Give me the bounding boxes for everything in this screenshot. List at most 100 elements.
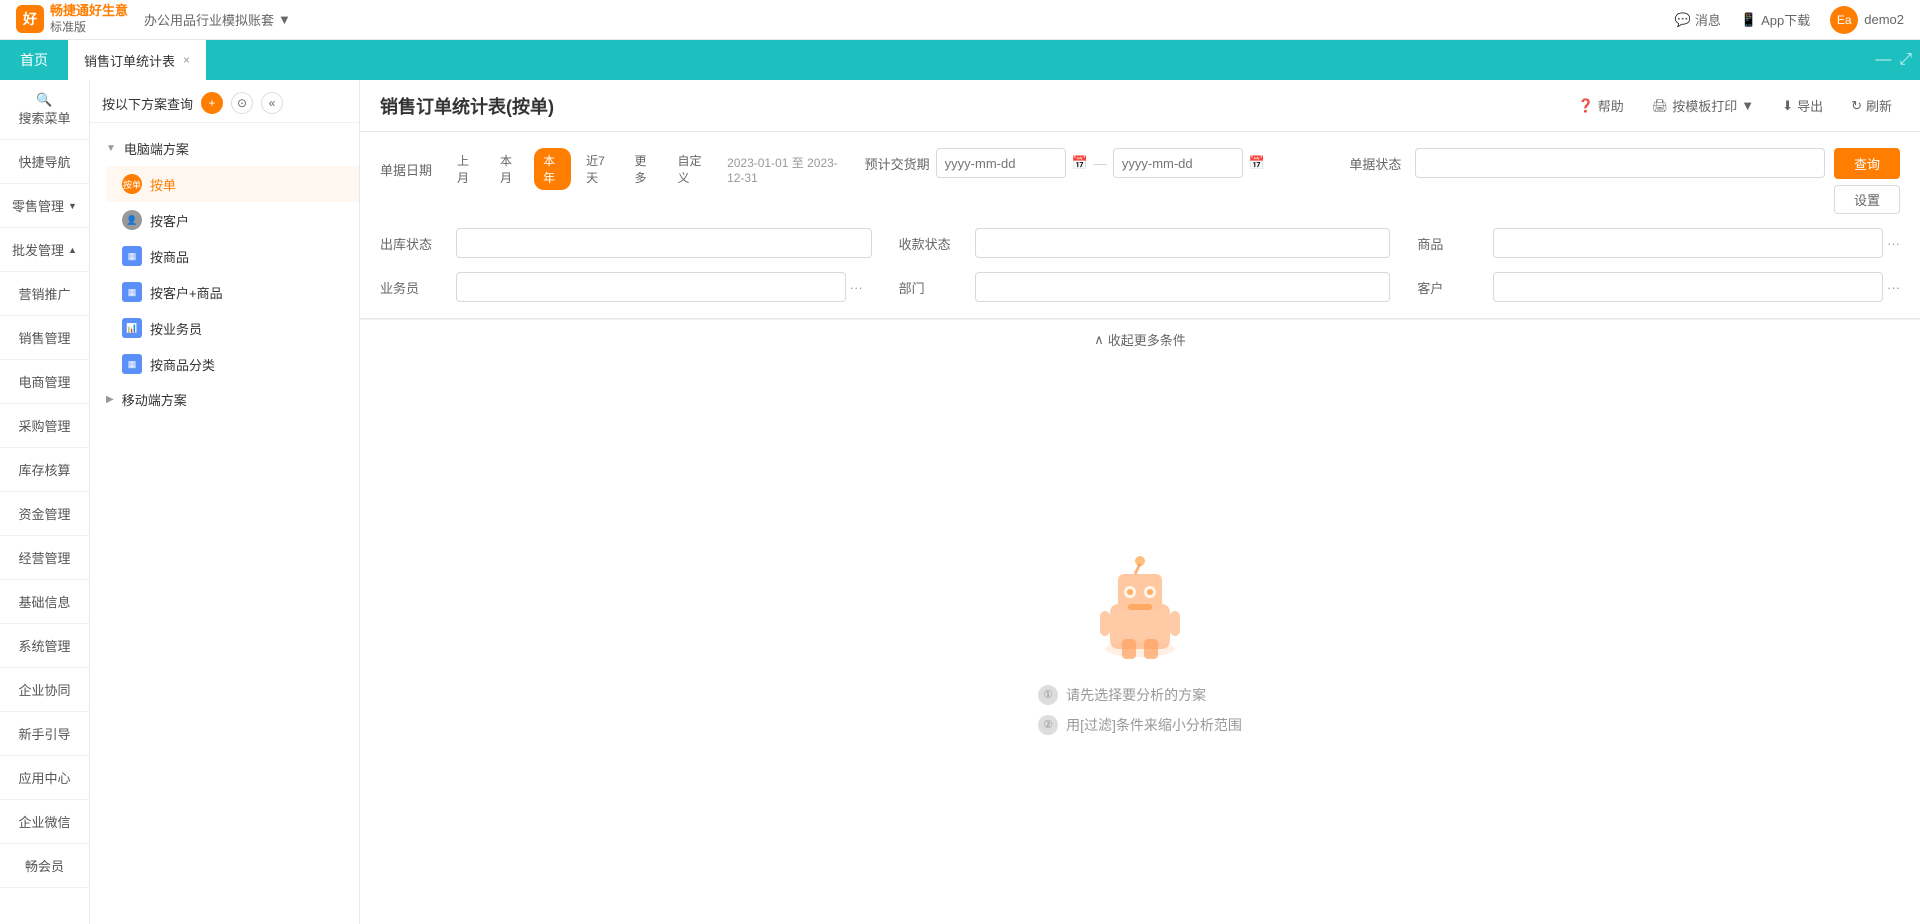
dept-select[interactable] [975, 272, 1391, 302]
plan-tree-sub: 按单 按单 👤 按客户 ▦ 按商品 ▦ 按客户+商品 📊 按业务员 [90, 166, 359, 382]
top-header: 好 畅捷通好生意 标准版 办公用品行业模拟账套 ▼ 💬 消息 📱 App下载 E… [0, 0, 1920, 40]
export-btn[interactable]: ⬇ 导出 [1774, 92, 1831, 119]
customer-input[interactable] [1493, 272, 1883, 302]
sidebar-item-app-center[interactable]: 应用中心 [0, 756, 89, 800]
plan-item-by-customer[interactable]: 👤 按客户 [106, 202, 359, 238]
sidebar-item-ecommerce[interactable]: 电商管理 [0, 360, 89, 404]
date-btn-this-year[interactable]: 本年 [534, 148, 571, 190]
tip-num-2: ② [1038, 715, 1058, 735]
sidebar-item-inventory[interactable]: 库存核算 [0, 448, 89, 492]
payment-status-select[interactable] [975, 228, 1391, 258]
calendar-icon-start[interactable]: 📅 [1072, 155, 1088, 171]
plan-item-by-order[interactable]: 按单 按单 [106, 166, 359, 202]
main-layout: 🔍 搜索菜单 快捷导航 零售管理 ▼ 批发管理 ▲ 营销推广 销售管理 电商管理… [0, 80, 1920, 924]
logo-area: 好 畅捷通好生意 标准版 [16, 3, 128, 35]
left-panel-header: 按以下方案查询 + ⊙ « [90, 80, 359, 123]
help-icon: ❓ [1578, 98, 1594, 114]
filter-row-2: 出库状态 ▼ 收款状态 ▼ [380, 228, 1900, 258]
date-separator: — [1094, 156, 1107, 171]
desktop-plan-group[interactable]: ▼ 电脑端方案 [90, 131, 359, 166]
chevron-down-icon: ▼ [1741, 98, 1754, 113]
calendar-icon-end[interactable]: 📅 [1249, 155, 1265, 171]
sidebar-item-quick-nav[interactable]: 快捷导航 [0, 140, 89, 184]
product-ellipsis[interactable]: ··· [1887, 236, 1900, 251]
sidebar-item-enterprise[interactable]: 企业协同 [0, 668, 89, 712]
date-btn-last-7[interactable]: 近7天 [577, 148, 619, 190]
content-area: 销售订单统计表(按单) ❓ 帮助 🖨 按模板打印 ▼ ⬇ 导出 ↻ 刷新 [360, 80, 1920, 924]
sidebar-item-sales[interactable]: 销售管理 [0, 316, 89, 360]
page-header: 销售订单统计表(按单) ❓ 帮助 🖨 按模板打印 ▼ ⬇ 导出 ↻ 刷新 [360, 80, 1920, 132]
by-customer-icon: 👤 [122, 210, 142, 230]
action-buttons: 查询 设置 [1834, 148, 1900, 214]
empty-state: ① 请先选择要分析的方案 ② 用[过滤]条件来缩小分析范围 [360, 359, 1920, 924]
ship-status-select[interactable] [456, 228, 872, 258]
biz-selector[interactable]: 办公用品行业模拟账套 ▼ [136, 6, 299, 33]
print-template-btn[interactable]: 🖨 按模板打印 ▼ [1644, 92, 1762, 119]
expected-date-end[interactable] [1113, 148, 1243, 178]
tab-maximize-btn[interactable]: ⤢ [1899, 51, 1912, 69]
message-icon: 💬 [1675, 12, 1691, 28]
date-label: 单据日期 [380, 160, 440, 179]
sidebar-item-retail[interactable]: 零售管理 ▼ [0, 184, 89, 228]
order-status-select[interactable] [1415, 148, 1825, 178]
plan-item-by-customer-product[interactable]: ▦ 按客户+商品 [106, 274, 359, 310]
plan-item-by-product-category[interactable]: ▦ 按商品分类 [106, 346, 359, 382]
expand-icon: ▼ [106, 143, 116, 154]
sidebar-item-wholesale[interactable]: 批发管理 ▲ [0, 228, 89, 272]
customer-label: 客户 [1417, 278, 1477, 297]
print-icon: 🖨 [1652, 98, 1669, 114]
sidebar-item-finance[interactable]: 资金管理 [0, 492, 89, 536]
search-icon: 🔍 [36, 92, 52, 107]
product-label: 商品 [1417, 234, 1477, 253]
tab-home[interactable]: 首页 [0, 40, 68, 80]
sidebar-item-system[interactable]: 系统管理 [0, 624, 89, 668]
app-download-action[interactable]: 📱 App下载 [1741, 10, 1810, 29]
sidebar-item-search[interactable]: 🔍 搜索菜单 [0, 80, 89, 140]
date-btn-more[interactable]: 更多 [625, 148, 662, 190]
expand-icon-mobile: ▶ [106, 394, 114, 405]
salesperson-ellipsis[interactable]: ··· [850, 280, 863, 295]
sidebar-item-newbie[interactable]: 新手引导 [0, 712, 89, 756]
order-status-label: 单据状态 [1349, 154, 1409, 173]
product-input[interactable] [1493, 228, 1883, 258]
message-action[interactable]: 💬 消息 [1675, 10, 1721, 29]
plan-settings-btn[interactable]: ⊙ [231, 92, 253, 114]
sidebar-item-marketing[interactable]: 营销推广 [0, 272, 89, 316]
sidebar-item-operations[interactable]: 经营管理 [0, 536, 89, 580]
avatar: Ea [1830, 6, 1858, 34]
panel-collapse-btn[interactable]: « [261, 92, 283, 114]
salesperson-input[interactable] [456, 272, 846, 302]
tab-close-icon[interactable]: × [183, 53, 190, 67]
settings-btn[interactable]: 设置 [1834, 185, 1900, 214]
customer-ellipsis[interactable]: ··· [1887, 280, 1900, 295]
tab-sales-order-stats[interactable]: 销售订单统计表 × [68, 40, 206, 80]
sidebar-item-corp-wechat[interactable]: 企业微信 [0, 800, 89, 844]
tab-minimize-btn[interactable]: — [1875, 51, 1891, 69]
date-btn-custom[interactable]: 自定义 [669, 148, 716, 190]
refresh-btn[interactable]: ↻ 刷新 [1843, 92, 1900, 119]
plan-item-by-product[interactable]: ▦ 按商品 [106, 238, 359, 274]
date-btn-this-month[interactable]: 本月 [491, 148, 528, 190]
empty-illustration [1080, 549, 1200, 669]
sidebar-item-basic[interactable]: 基础信息 [0, 580, 89, 624]
add-plan-btn[interactable]: + [201, 92, 223, 114]
empty-tip-2: ② 用[过滤]条件来缩小分析范围 [1038, 715, 1242, 735]
tab-bar: 首页 销售订单统计表 × — ⤢ [0, 40, 1920, 80]
collapse-bar[interactable]: ∧ 收起更多条件 [360, 319, 1920, 359]
collapse-icon: ∧ [1094, 332, 1104, 348]
sidebar-item-purchase[interactable]: 采购管理 [0, 404, 89, 448]
date-btn-prev-month[interactable]: 上月 [448, 148, 485, 190]
help-btn[interactable]: ❓ 帮助 [1570, 92, 1632, 119]
expected-date-start[interactable] [936, 148, 1066, 178]
header-right: 💬 消息 📱 App下载 Ea demo2 [1675, 6, 1904, 34]
tab-bar-right: — ⤢ [1875, 51, 1920, 69]
ship-status-label: 出库状态 [380, 234, 440, 253]
settings-icon: ⊙ [237, 96, 247, 110]
user-action[interactable]: Ea demo2 [1830, 6, 1904, 34]
query-btn[interactable]: 查询 [1834, 148, 1900, 179]
payment-status-label: 收款状态 [899, 234, 959, 253]
plan-item-by-salesperson[interactable]: 📊 按业务员 [106, 310, 359, 346]
mobile-plan-group[interactable]: ▶ 移动端方案 [90, 382, 359, 417]
logo-text: 畅捷通好生意 标准版 [50, 3, 128, 35]
sidebar-item-member[interactable]: 畅会员 [0, 844, 89, 888]
